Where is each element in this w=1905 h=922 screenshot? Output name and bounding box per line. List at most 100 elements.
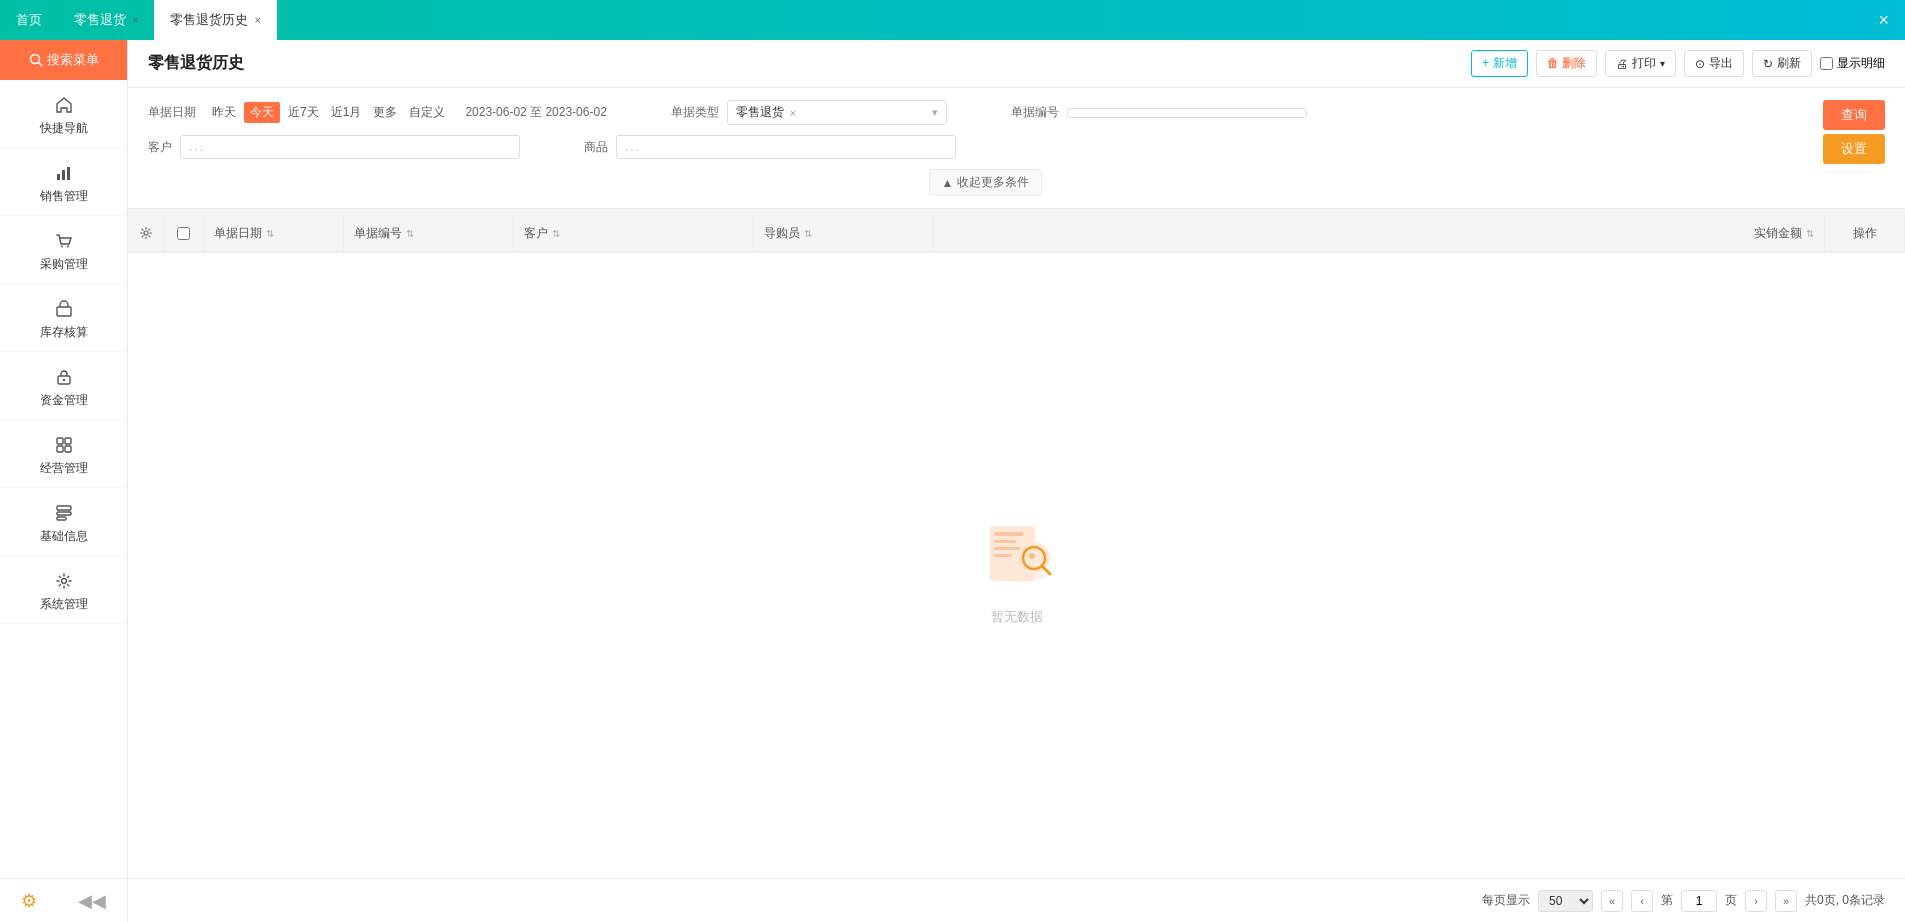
table-settings-icon [139, 226, 153, 240]
content-area: 零售退货历史 + 新增 🗑 删除 🖨 打印 ▾ ⊙ 导出 ↻ 刷新 [128, 40, 1905, 922]
th-guide-sort: ⇅ [804, 228, 812, 239]
th-checkbox[interactable] [164, 215, 204, 251]
svg-rect-12 [57, 446, 63, 452]
svg-rect-14 [57, 506, 71, 510]
num-input[interactable] [1067, 108, 1307, 118]
svg-rect-24 [994, 554, 1012, 557]
page-header: 零售退货历史 + 新增 🗑 删除 🖨 打印 ▾ ⊙ 导出 ↻ 刷新 [128, 40, 1905, 88]
sidebar-item-inventory-label: 库存核算 [40, 324, 88, 341]
query-button[interactable]: 查询 [1823, 100, 1885, 130]
goods-input[interactable]: ... [616, 135, 956, 159]
tab-bar: 首页 零售退货 × 零售退货历史 × [0, 0, 1862, 40]
customer-field-group: 客户 ... [148, 135, 520, 159]
date-opt-today[interactable]: 今天 [244, 102, 280, 123]
filter-fields: 单据日期 昨天 今天 近7天 近1月 更多 自定义 2023-06-02 至 2… [148, 100, 1823, 196]
svg-rect-11 [65, 438, 71, 444]
delete-button[interactable]: 🗑 删除 [1536, 50, 1597, 77]
th-date[interactable]: 单据日期 ⇅ [204, 215, 344, 251]
date-opt-custom[interactable]: 自定义 [405, 102, 449, 123]
page-num-input[interactable] [1681, 890, 1717, 912]
date-opt-more[interactable]: 更多 [369, 102, 401, 123]
collapse-button[interactable]: ▲ 收起更多条件 [929, 169, 1043, 196]
th-customer[interactable]: 客户 ⇅ [514, 215, 754, 251]
export-button[interactable]: ⊙ 导出 [1684, 50, 1744, 77]
svg-line-1 [38, 63, 42, 67]
sidebar-item-inventory[interactable]: 库存核算 [0, 284, 127, 352]
date-range: 2023-06-02 至 2023-06-02 [465, 104, 606, 121]
goods-placeholder: ... [625, 140, 641, 154]
th-amount-sort: ⇅ [1806, 228, 1814, 239]
filter-row-main: 单据日期 昨天 今天 近7天 近1月 更多 自定义 2023-06-02 至 2… [148, 100, 1885, 196]
date-opt-yesterday[interactable]: 昨天 [208, 102, 240, 123]
tab-home[interactable]: 首页 [0, 0, 58, 40]
empty-icon [972, 506, 1062, 596]
type-filter-close[interactable]: × [790, 107, 796, 119]
sidebar-item-system[interactable]: 系统管理 [0, 556, 127, 624]
page-size-select[interactable]: 50 20 100 [1538, 890, 1593, 912]
new-button[interactable]: + 新增 [1471, 50, 1527, 77]
svg-rect-2 [57, 174, 60, 180]
tab-return-label: 零售退货 [74, 11, 126, 29]
th-amount[interactable]: 实销金额 ⇅ [934, 215, 1825, 251]
sidebar-search-label: 搜索菜单 [47, 51, 99, 69]
goods-field-group: 商品 ... [584, 135, 956, 159]
ops-icon [53, 434, 75, 456]
customer-label: 客户 [148, 139, 172, 156]
th-customer-sort: ⇅ [552, 228, 560, 239]
customer-input[interactable]: ... [180, 135, 520, 159]
date-opt-1month[interactable]: 近1月 [327, 102, 366, 123]
pagination: 每页显示 50 20 100 « ‹ 第 页 › [128, 878, 1905, 922]
svg-rect-4 [67, 167, 70, 180]
goods-label: 商品 [584, 139, 608, 156]
sidebar-item-finance[interactable]: 资金管理 [0, 352, 127, 420]
sidebar-item-purchase[interactable]: 采购管理 [0, 216, 127, 284]
sidebar-bottom: ⚙ ◀◀ [0, 878, 127, 922]
th-customer-label: 客户 [524, 225, 548, 242]
gear-icon [53, 570, 75, 592]
th-date-sort: ⇅ [266, 228, 274, 239]
page-size-label: 每页显示 [1482, 892, 1530, 909]
customer-placeholder: ... [189, 140, 205, 154]
filter-row-2: 客户 ... 商品 ... [148, 135, 1823, 159]
window-close-button[interactable]: × [1862, 10, 1905, 31]
page-label: 第 [1661, 892, 1673, 909]
last-page-button[interactable]: » [1775, 890, 1797, 912]
type-filter-tag[interactable]: 零售退货 × ▾ [727, 100, 947, 125]
svg-point-28 [1029, 553, 1035, 559]
next-page-button[interactable]: › [1745, 890, 1767, 912]
th-num-sort: ⇅ [406, 228, 414, 239]
th-op-label: 操作 [1853, 225, 1877, 242]
settings-bottom-icon[interactable]: ⚙ [21, 890, 37, 912]
svg-rect-21 [994, 532, 1024, 536]
home-icon [53, 94, 75, 116]
prev-page-button[interactable]: ‹ [1631, 890, 1653, 912]
settings-button[interactable]: 设置 [1823, 134, 1885, 164]
sidebar-item-quick-nav[interactable]: 快捷导航 [0, 80, 127, 148]
tab-return-history-close[interactable]: × [254, 14, 260, 26]
sidebar-item-basics[interactable]: 基础信息 [0, 488, 127, 556]
tab-return-history[interactable]: 零售退货历史 × [154, 0, 276, 40]
sidebar-item-sales[interactable]: 销售管理 [0, 148, 127, 216]
main-layout: 搜索菜单 快捷导航 销售管理 采购管理 [0, 40, 1905, 922]
refresh-button[interactable]: ↻ 刷新 [1752, 50, 1812, 77]
sidebar-item-operations[interactable]: 经营管理 [0, 420, 127, 488]
th-guide[interactable]: 导购员 ⇅ [754, 215, 934, 251]
page-title: 零售退货历史 [148, 53, 244, 74]
tab-return-close[interactable]: × [132, 14, 138, 26]
first-page-button[interactable]: « [1601, 890, 1623, 912]
export-icon: ⊙ [1695, 57, 1705, 71]
date-opt-7days[interactable]: 近7天 [284, 102, 323, 123]
tab-return[interactable]: 零售退货 × [58, 0, 154, 40]
speaker-icon[interactable]: ◀◀ [78, 890, 106, 912]
show-detail-checkbox[interactable] [1820, 57, 1833, 70]
collapse-icon: ▲ [942, 176, 954, 190]
tab-return-history-label: 零售退货历史 [170, 11, 248, 29]
sidebar-search[interactable]: 搜索菜单 [0, 40, 127, 80]
show-detail-checkbox-label[interactable]: 显示明细 [1820, 55, 1885, 72]
select-all-checkbox[interactable] [177, 227, 190, 240]
type-field-group: 单据类型 零售退货 × ▾ [671, 100, 947, 125]
th-settings[interactable] [128, 215, 164, 251]
print-dropdown-icon: ▾ [1660, 58, 1665, 69]
print-button[interactable]: 🖨 打印 ▾ [1605, 50, 1676, 77]
th-num[interactable]: 单据编号 ⇅ [344, 215, 514, 251]
